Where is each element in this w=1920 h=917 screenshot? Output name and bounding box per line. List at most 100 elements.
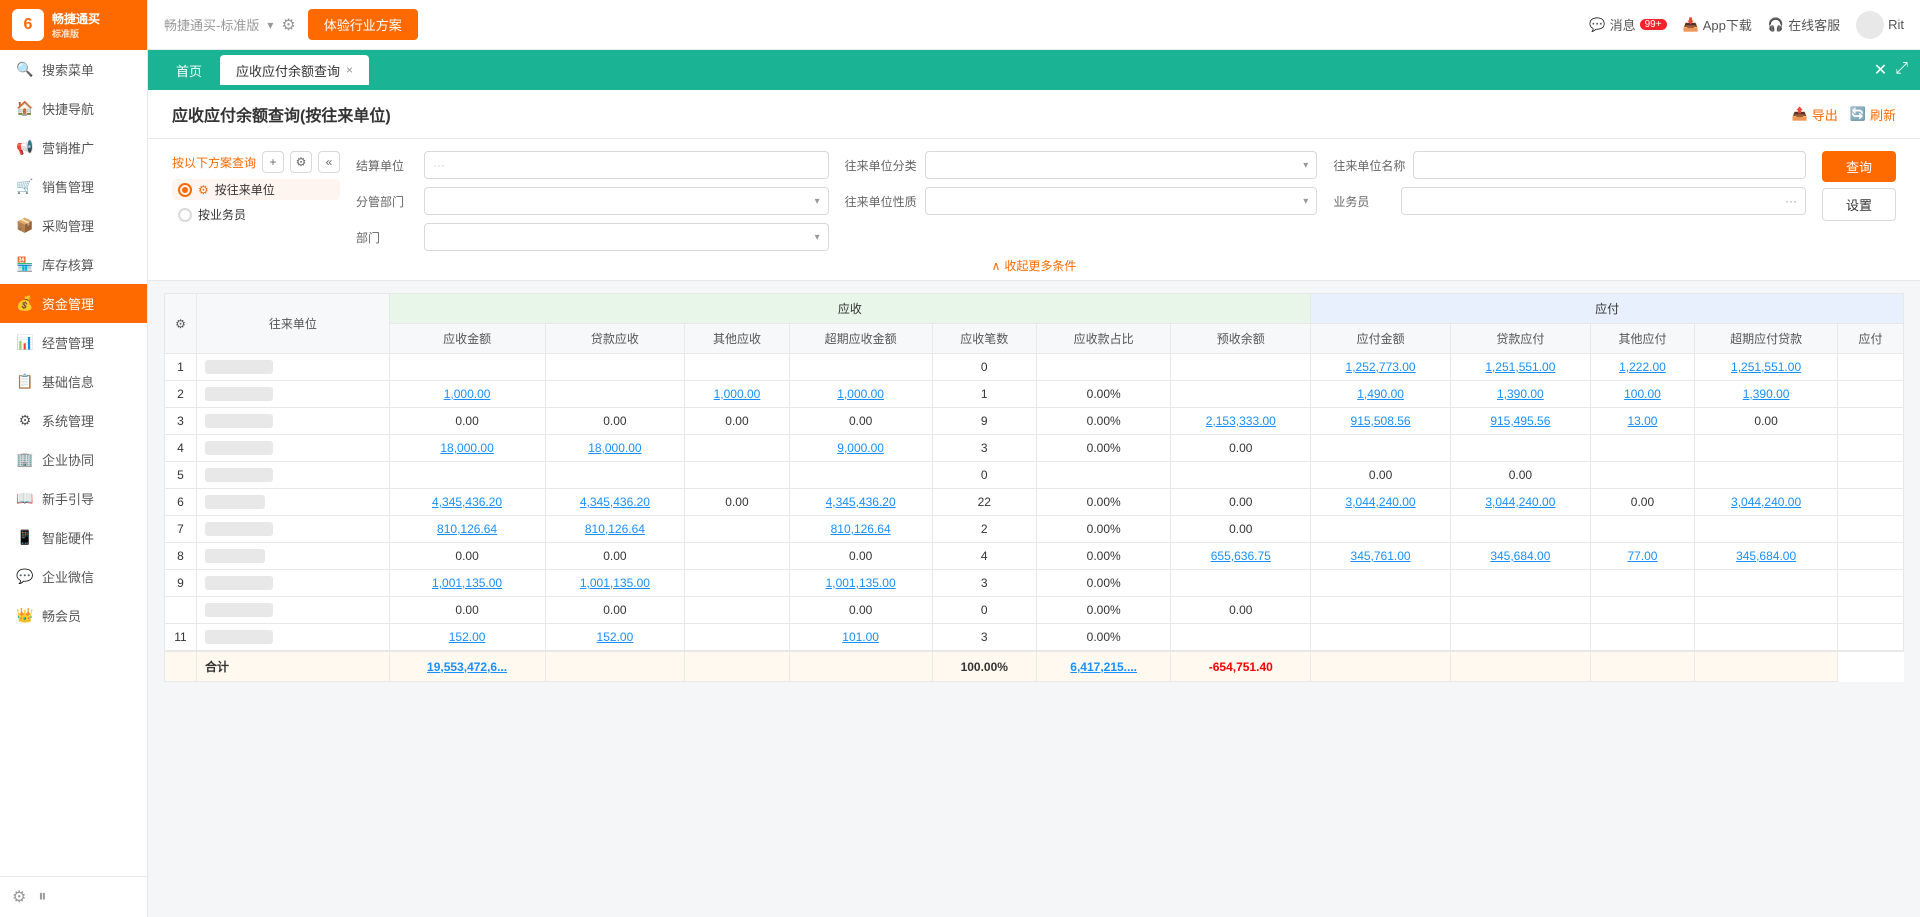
settings-button[interactable]: 设置 [1822, 188, 1896, 221]
sidebar-item-smarthw[interactable]: 📱 智能硬件 [0, 518, 147, 557]
add-scheme-btn[interactable]: + [262, 151, 284, 173]
sidebar-item-marketing[interactable]: 📢 营销推广 [0, 128, 147, 167]
trial-button[interactable]: 体验行业方案 [308, 9, 418, 40]
row-cell[interactable]: 4,345,436.20 [789, 489, 932, 516]
tab-close-icon[interactable]: × [346, 63, 353, 77]
row-cell[interactable]: 0.00 [389, 597, 545, 624]
input-wanglai-fenlei[interactable]: ▾ [925, 151, 1318, 179]
sidebar-collapse-btn[interactable]: ⏸ [38, 888, 46, 906]
row-cell[interactable]: 0.00 [545, 408, 685, 435]
window-close-btn[interactable]: ✕ [1874, 60, 1887, 80]
topbar-settings-icon[interactable]: ⚙ [281, 15, 295, 35]
sidebar-item-operation[interactable]: 📊 经营管理 [0, 323, 147, 362]
row-cell[interactable]: 1,001,135.00 [545, 570, 685, 597]
input-fenguan[interactable]: ▾ [424, 187, 829, 215]
window-expand-btn[interactable]: ⤢ [1895, 60, 1908, 80]
row-cell[interactable]: 1,222.00 [1590, 354, 1694, 381]
sidebar-item-baseinfo[interactable]: 📋 基础信息 [0, 362, 147, 401]
row-cell[interactable]: 1,001,135.00 [789, 570, 932, 597]
row-cell[interactable]: 1,251,551.00 [1695, 354, 1838, 381]
row-cell[interactable]: 0.00 [1171, 489, 1311, 516]
row-cell[interactable]: 3,044,240.00 [1695, 489, 1838, 516]
row-cell[interactable]: 1,390.00 [1695, 381, 1838, 408]
row-cell[interactable]: 1,252,773.00 [1311, 354, 1451, 381]
sidebar-item-inventory[interactable]: 🏪 库存核算 [0, 245, 147, 284]
sidebar-item-member[interactable]: 👑 畅会员 [0, 596, 147, 635]
tab-receivable-payable[interactable]: 应收应付余额查询 × [220, 55, 369, 85]
row-cell[interactable]: 0.00 [389, 408, 545, 435]
row-cell[interactable]: 152.00 [545, 624, 685, 652]
row-cell[interactable]: 101.00 [789, 624, 932, 652]
sidebar-item-system[interactable]: ⚙ 系统管理 [0, 401, 147, 440]
row-cell[interactable]: 1,390.00 [1450, 381, 1590, 408]
row-cell[interactable]: 810,126.64 [545, 516, 685, 543]
row-cell[interactable]: 1,001,135.00 [389, 570, 545, 597]
row-cell[interactable]: 0.00 [685, 489, 789, 516]
row-cell[interactable]: 0.00 [545, 597, 685, 624]
row-cell[interactable]: 0.00 [1171, 435, 1311, 462]
input-yewuyuan[interactable]: ··· [1401, 187, 1806, 215]
sidebar-settings-btn[interactable]: ⚙ [12, 887, 26, 907]
query-button[interactable]: 查询 [1822, 151, 1896, 182]
user-avatar-area[interactable]: Rit [1856, 11, 1904, 39]
sidebar-item-corpwechat[interactable]: 💬 企业微信 [0, 557, 147, 596]
sidebar-item-corpcoop[interactable]: 🏢 企业协同 [0, 440, 147, 479]
row-cell[interactable]: 4,345,436.20 [389, 489, 545, 516]
row-cell[interactable]: 3,044,240.00 [1311, 489, 1451, 516]
sidebar-item-sales[interactable]: 🛒 销售管理 [0, 167, 147, 206]
row-cell[interactable]: 9,000.00 [789, 435, 932, 462]
row-cell[interactable]: 0.00 [1171, 516, 1311, 543]
row-cell[interactable]: 13.00 [1590, 408, 1694, 435]
row-cell[interactable]: 0.00 [1450, 462, 1590, 489]
row-cell[interactable]: 2,153,333.00 [1171, 408, 1311, 435]
input-jiesuan[interactable]: ··· [424, 151, 829, 179]
row-cell[interactable]: 810,126.64 [789, 516, 932, 543]
row-cell[interactable]: 3,044,240.00 [1450, 489, 1590, 516]
sidebar-item-guide[interactable]: 📖 新手引导 [0, 479, 147, 518]
row-cell[interactable]: 1,000.00 [789, 381, 932, 408]
input-bumen[interactable]: ▾ [424, 223, 829, 251]
row-cell[interactable]: 0.00 [1590, 489, 1694, 516]
sidebar-item-quick-nav[interactable]: 🏠 快捷导航 [0, 89, 147, 128]
row-cell[interactable]: 345,761.00 [1311, 543, 1451, 570]
sidebar-item-purchase[interactable]: 📦 采购管理 [0, 206, 147, 245]
scheme-collapse-btn[interactable]: « [318, 151, 340, 173]
row-cell[interactable]: 0.00 [1171, 597, 1311, 624]
row-cell[interactable]: 1,251,551.00 [1450, 354, 1590, 381]
row-cell[interactable]: 18,000.00 [545, 435, 685, 462]
breadcrumb-dropdown-icon[interactable]: ▾ [267, 18, 273, 32]
row-cell[interactable]: 1,490.00 [1311, 381, 1451, 408]
row-cell[interactable]: 0.00 [545, 543, 685, 570]
row-cell[interactable]: 0.00 [789, 543, 932, 570]
scheme-settings-btn[interactable]: ⚙ [290, 151, 312, 173]
row-cell[interactable]: 1,000.00 [389, 381, 545, 408]
row-cell[interactable]: 915,508.56 [1311, 408, 1451, 435]
row-cell[interactable]: 1,000.00 [685, 381, 789, 408]
row-cell[interactable]: 0.00 [789, 408, 932, 435]
row-cell[interactable]: 0.00 [1311, 462, 1451, 489]
online-service-btn[interactable]: 🎧 在线客服 [1768, 15, 1840, 34]
row-cell[interactable]: 0.00 [789, 597, 932, 624]
export-button[interactable]: 📤 导出 [1792, 105, 1838, 124]
message-btn[interactable]: 💬 消息 99+ [1589, 15, 1666, 34]
row-cell[interactable]: 915,495.56 [1450, 408, 1590, 435]
sidebar-item-search-menu[interactable]: 🔍 搜索菜单 [0, 50, 147, 89]
table-settings-header[interactable]: ⚙ [165, 294, 197, 354]
input-wanglai-xingzhi[interactable]: ▾ [925, 187, 1318, 215]
input-wanglai-mingcheng[interactable] [1413, 151, 1806, 179]
filter-by-staff[interactable]: 按业务员 [172, 204, 340, 225]
row-cell[interactable]: 345,684.00 [1695, 543, 1838, 570]
row-cell[interactable]: 810,126.64 [389, 516, 545, 543]
row-cell[interactable]: 100.00 [1590, 381, 1694, 408]
row-cell[interactable]: 152.00 [389, 624, 545, 652]
app-download-btn[interactable]: 📥 App下载 [1683, 15, 1752, 34]
row-cell[interactable]: 0.00 [389, 543, 545, 570]
row-cell[interactable]: 345,684.00 [1450, 543, 1590, 570]
tab-home[interactable]: 首页 [160, 55, 218, 85]
row-cell[interactable]: 77.00 [1590, 543, 1694, 570]
row-cell[interactable]: 4,345,436.20 [545, 489, 685, 516]
row-cell[interactable]: 655,636.75 [1171, 543, 1311, 570]
row-cell[interactable]: 0.00 [685, 408, 789, 435]
filter-by-unit[interactable]: ⚙ 按往来单位 [172, 179, 340, 200]
sidebar-item-finance[interactable]: 💰 资金管理 [0, 284, 147, 323]
